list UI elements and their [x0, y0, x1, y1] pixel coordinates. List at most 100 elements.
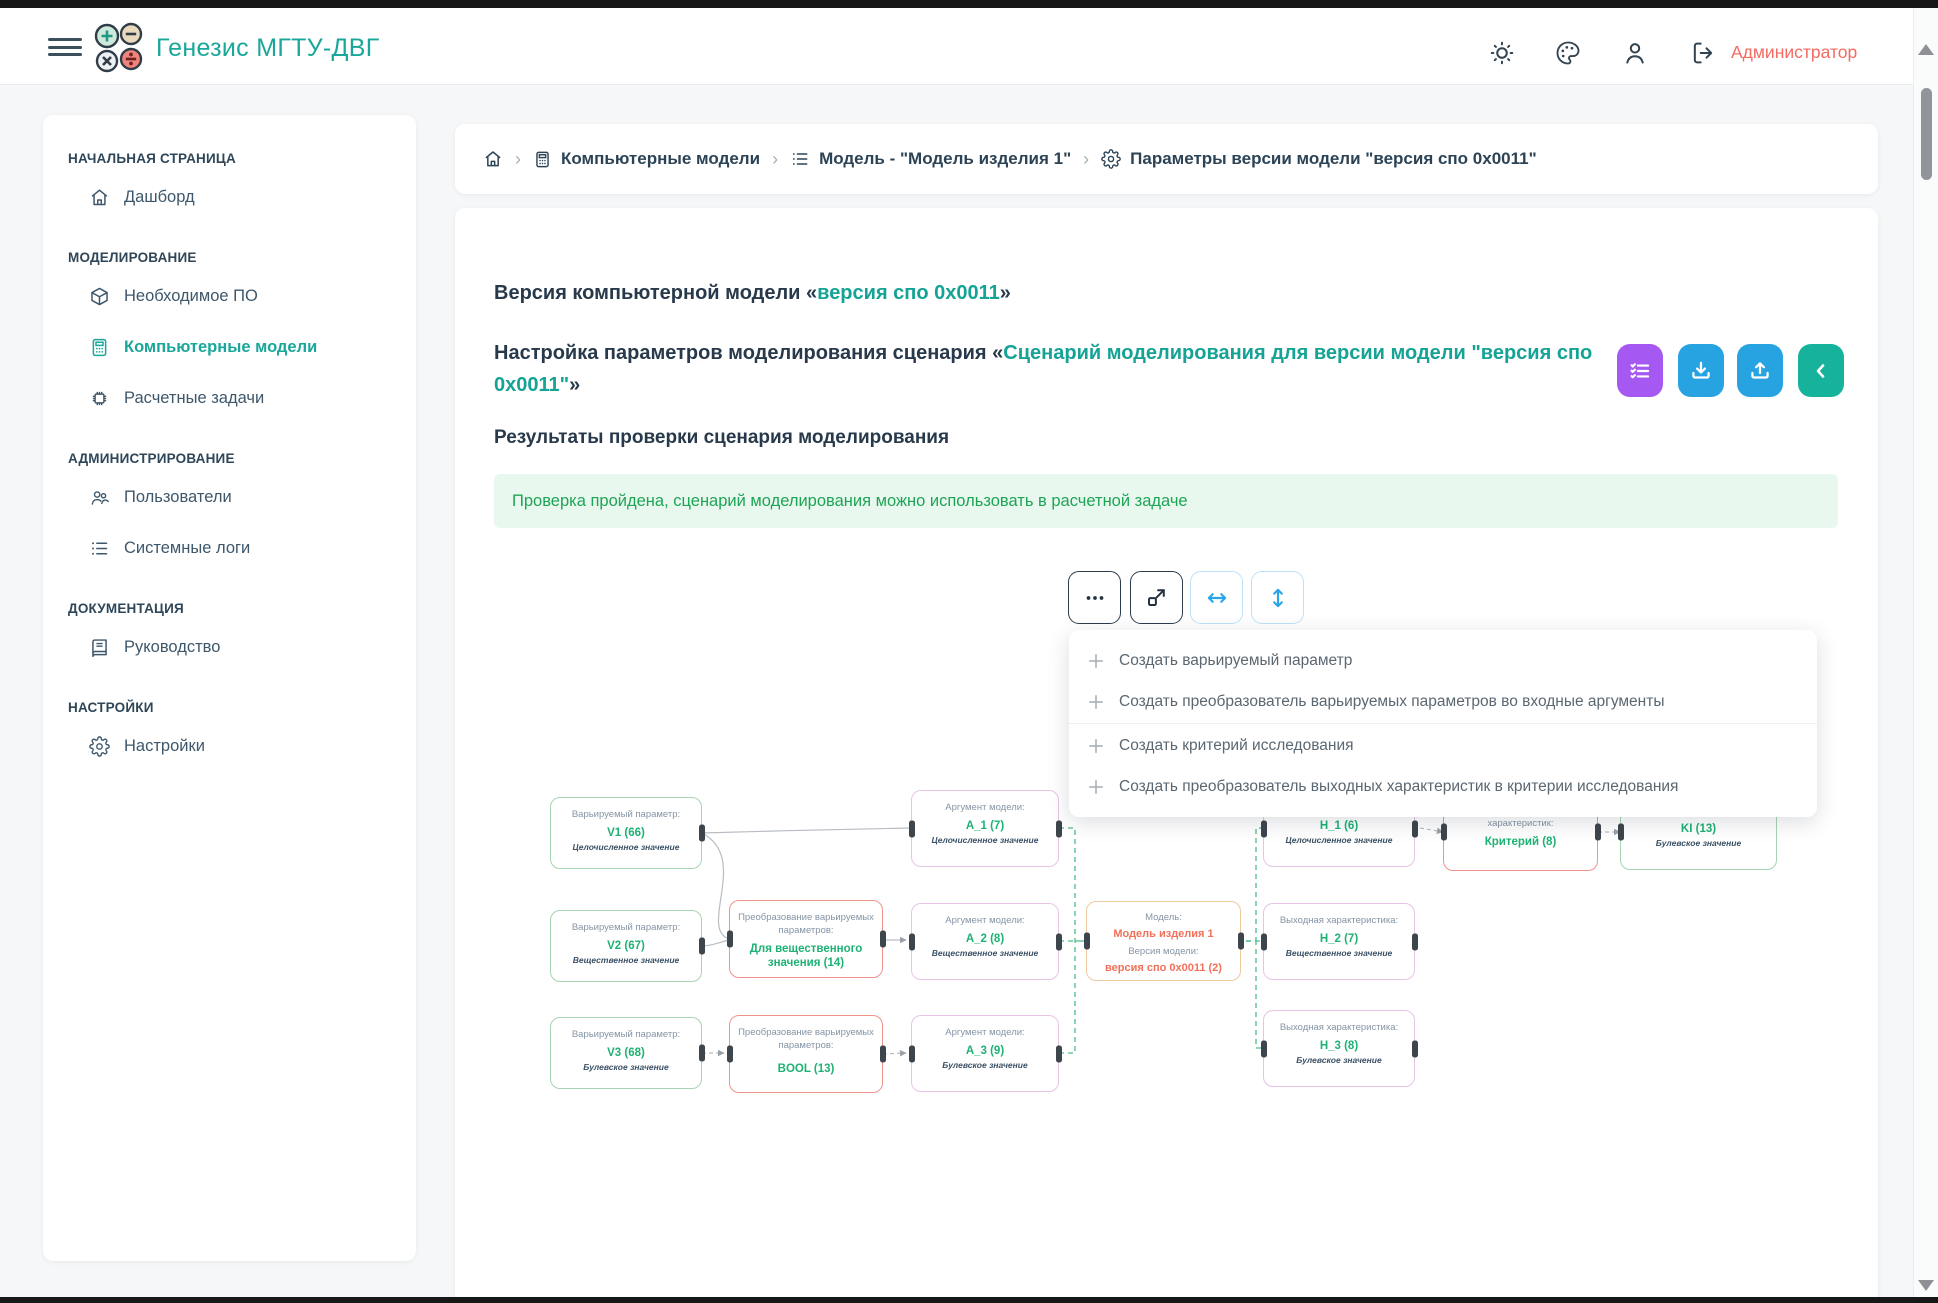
- collapse-panel-button[interactable]: [1798, 344, 1844, 397]
- diagram-node-v1[interactable]: Варьируемый параметр: V1 (66) Целочислен…: [550, 797, 705, 869]
- theme-sun-icon: [1490, 41, 1514, 65]
- input-handle[interactable]: [1617, 823, 1624, 840]
- diagram-node-transform-bool[interactable]: Преобразование варьируемых параметров: B…: [726, 1015, 886, 1093]
- download-button[interactable]: [1678, 344, 1724, 397]
- diagram-node-a1[interactable]: Аргумент модели: A_1 (7) Целочисленное з…: [908, 790, 1062, 867]
- output-handle[interactable]: [1411, 820, 1418, 837]
- window-top-strip: [0, 0, 1938, 8]
- input-handle[interactable]: [1083, 932, 1090, 950]
- input-handle[interactable]: [726, 930, 733, 948]
- arrows-horizontal-icon: [1207, 592, 1226, 603]
- input-handle[interactable]: [1260, 820, 1267, 837]
- input-handle[interactable]: [1440, 823, 1447, 841]
- gear-icon: [89, 736, 110, 757]
- output-handle[interactable]: [1055, 933, 1062, 950]
- diagram-node-a3[interactable]: Аргумент модели: A_3 (9) Булевское значе…: [908, 1015, 1062, 1092]
- output-handle[interactable]: [1411, 933, 1418, 950]
- home-icon: [485, 151, 501, 167]
- menu-item-create-input-transformer[interactable]: Создать преобразователь варьируемых пара…: [1069, 681, 1817, 722]
- diagram-node-h2[interactable]: Выходная характеристика: H_2 (7) Веществ…: [1260, 903, 1418, 980]
- scrollbar-thumb[interactable]: [1921, 88, 1932, 180]
- sidebar-section-settings: НАСТРОЙКИ: [68, 700, 154, 715]
- palette-icon: [1556, 41, 1580, 65]
- output-handle[interactable]: [1411, 1040, 1418, 1057]
- sidebar-section-modeling: МОДЕЛИРОВАНИЕ: [68, 250, 197, 265]
- sidebar-item-dashboard[interactable]: Дашборд: [89, 172, 406, 223]
- current-user-role[interactable]: Администратор: [1731, 42, 1857, 63]
- breadcrumb-separator: ›: [772, 148, 779, 169]
- sidebar-item-system-logs[interactable]: Системные логи: [89, 523, 406, 574]
- parameters-list-button[interactable]: [1617, 344, 1663, 397]
- expand-icon: [1148, 589, 1165, 606]
- sidebar-item-calculation-tasks[interactable]: Расчетные задачи: [89, 373, 406, 424]
- user-icon: [1626, 43, 1644, 64]
- hamburger-menu-button[interactable]: [48, 33, 82, 61]
- diagram-fullscreen-button[interactable]: [1130, 571, 1183, 624]
- breadcrumb-model[interactable]: Модель - "Модель изделия 1": [790, 149, 1071, 169]
- menu-item-create-output-transformer[interactable]: Создать преобразователь выходных характе…: [1069, 766, 1817, 807]
- sidebar-item-required-software[interactable]: Необходимое ПО: [89, 271, 406, 322]
- chevron-left-icon: [1816, 363, 1825, 378]
- breadcrumb-separator: ›: [515, 148, 521, 169]
- validation-success-alert: Проверка пройдена, сценарий моделировани…: [494, 474, 1838, 528]
- output-handle[interactable]: [1237, 932, 1244, 950]
- upload-button[interactable]: [1737, 344, 1783, 397]
- list-icon: [92, 542, 108, 555]
- output-handle[interactable]: [879, 930, 886, 948]
- app-logo-icon: [92, 22, 146, 79]
- page-title: Версия компьютерной модели «версия спо 0…: [494, 282, 1011, 304]
- app-header: Генезис МГТУ-ДВГ Администратор: [0, 8, 1913, 85]
- input-handle[interactable]: [908, 1045, 915, 1062]
- theme-toggle-button[interactable]: [1487, 39, 1517, 69]
- breadcrumb-home[interactable]: [483, 149, 503, 169]
- diagram-fit-vertical-button[interactable]: [1251, 571, 1304, 624]
- diagram-node-a2[interactable]: Аргумент модели: A_2 (8) Вещественное зн…: [908, 903, 1062, 980]
- logout-button[interactable]: [1688, 39, 1718, 69]
- breadcrumb: › Компьютерные модели › Модель - "Модель…: [455, 124, 1878, 194]
- input-handle[interactable]: [726, 1045, 733, 1063]
- sidebar-item-manual[interactable]: Руководство: [89, 622, 406, 673]
- output-handle[interactable]: [698, 937, 705, 955]
- input-handle[interactable]: [908, 933, 915, 950]
- sidebar-section-administration: АДМИНИСТРИРОВАНИЕ: [68, 451, 235, 466]
- diagram-node-transform-real[interactable]: Преобразование варьируемых параметров: Д…: [726, 900, 886, 978]
- output-handle[interactable]: [698, 1044, 705, 1062]
- scrollbar-up-arrow[interactable]: [1918, 44, 1934, 55]
- sidebar-section-documentation: ДОКУМЕНТАЦИЯ: [68, 601, 184, 616]
- output-handle[interactable]: [1055, 820, 1062, 837]
- input-handle[interactable]: [1260, 933, 1267, 950]
- diagram-node-h3[interactable]: Выходная характеристика: H_3 (8) Булевск…: [1260, 1010, 1418, 1087]
- user-profile-button[interactable]: [1620, 39, 1650, 69]
- breadcrumb-computer-models[interactable]: Компьютерные модели: [533, 149, 760, 169]
- diagram-fit-horizontal-button[interactable]: [1190, 571, 1243, 624]
- scenario-subtitle: Настройка параметров моделирования сцена…: [494, 342, 1593, 396]
- output-handle[interactable]: [1055, 1045, 1062, 1062]
- diagram-node-model[interactable]: Модель: Модель изделия 1 Версия модели: …: [1083, 901, 1244, 981]
- palette-button[interactable]: [1553, 39, 1583, 69]
- menu-item-create-varied-parameter[interactable]: Создать варьируемый параметр: [1069, 640, 1817, 681]
- book-icon: [92, 639, 107, 658]
- vertical-scrollbar[interactable]: [1913, 8, 1938, 1297]
- arrows-vertical-icon: [1272, 588, 1283, 607]
- menu-item-create-research-criterion[interactable]: Создать критерий исследования: [1069, 725, 1817, 766]
- diagram-more-actions-button[interactable]: [1068, 571, 1121, 624]
- window-bottom-strip: [0, 1297, 1938, 1303]
- input-handle[interactable]: [1260, 1040, 1267, 1057]
- sidebar-item-users[interactable]: Пользователи: [89, 472, 406, 523]
- diagram-node-v2[interactable]: Варьируемый параметр: V2 (67) Вещественн…: [550, 910, 705, 982]
- list-icon: [792, 153, 808, 165]
- app-window: Генезис МГТУ-ДВГ Администратор НАЧАЛЬНАЯ…: [0, 0, 1938, 1303]
- scrollbar-down-arrow[interactable]: [1918, 1280, 1934, 1291]
- output-handle[interactable]: [879, 1045, 886, 1063]
- diagram-node-v3[interactable]: Варьируемый параметр: V3 (68) Булевское …: [550, 1017, 705, 1089]
- plus-icon: [1089, 653, 1103, 668]
- upload-icon: [1751, 361, 1769, 379]
- sidebar-item-settings[interactable]: Настройки: [89, 721, 406, 772]
- logout-icon: [1693, 42, 1713, 64]
- output-handle[interactable]: [1594, 823, 1601, 841]
- output-handle[interactable]: [698, 824, 705, 842]
- calculator-icon: [92, 338, 107, 357]
- input-handle[interactable]: [908, 820, 915, 837]
- menu-divider: [1069, 723, 1817, 724]
- sidebar-item-computer-models[interactable]: Компьютерные модели: [89, 322, 406, 373]
